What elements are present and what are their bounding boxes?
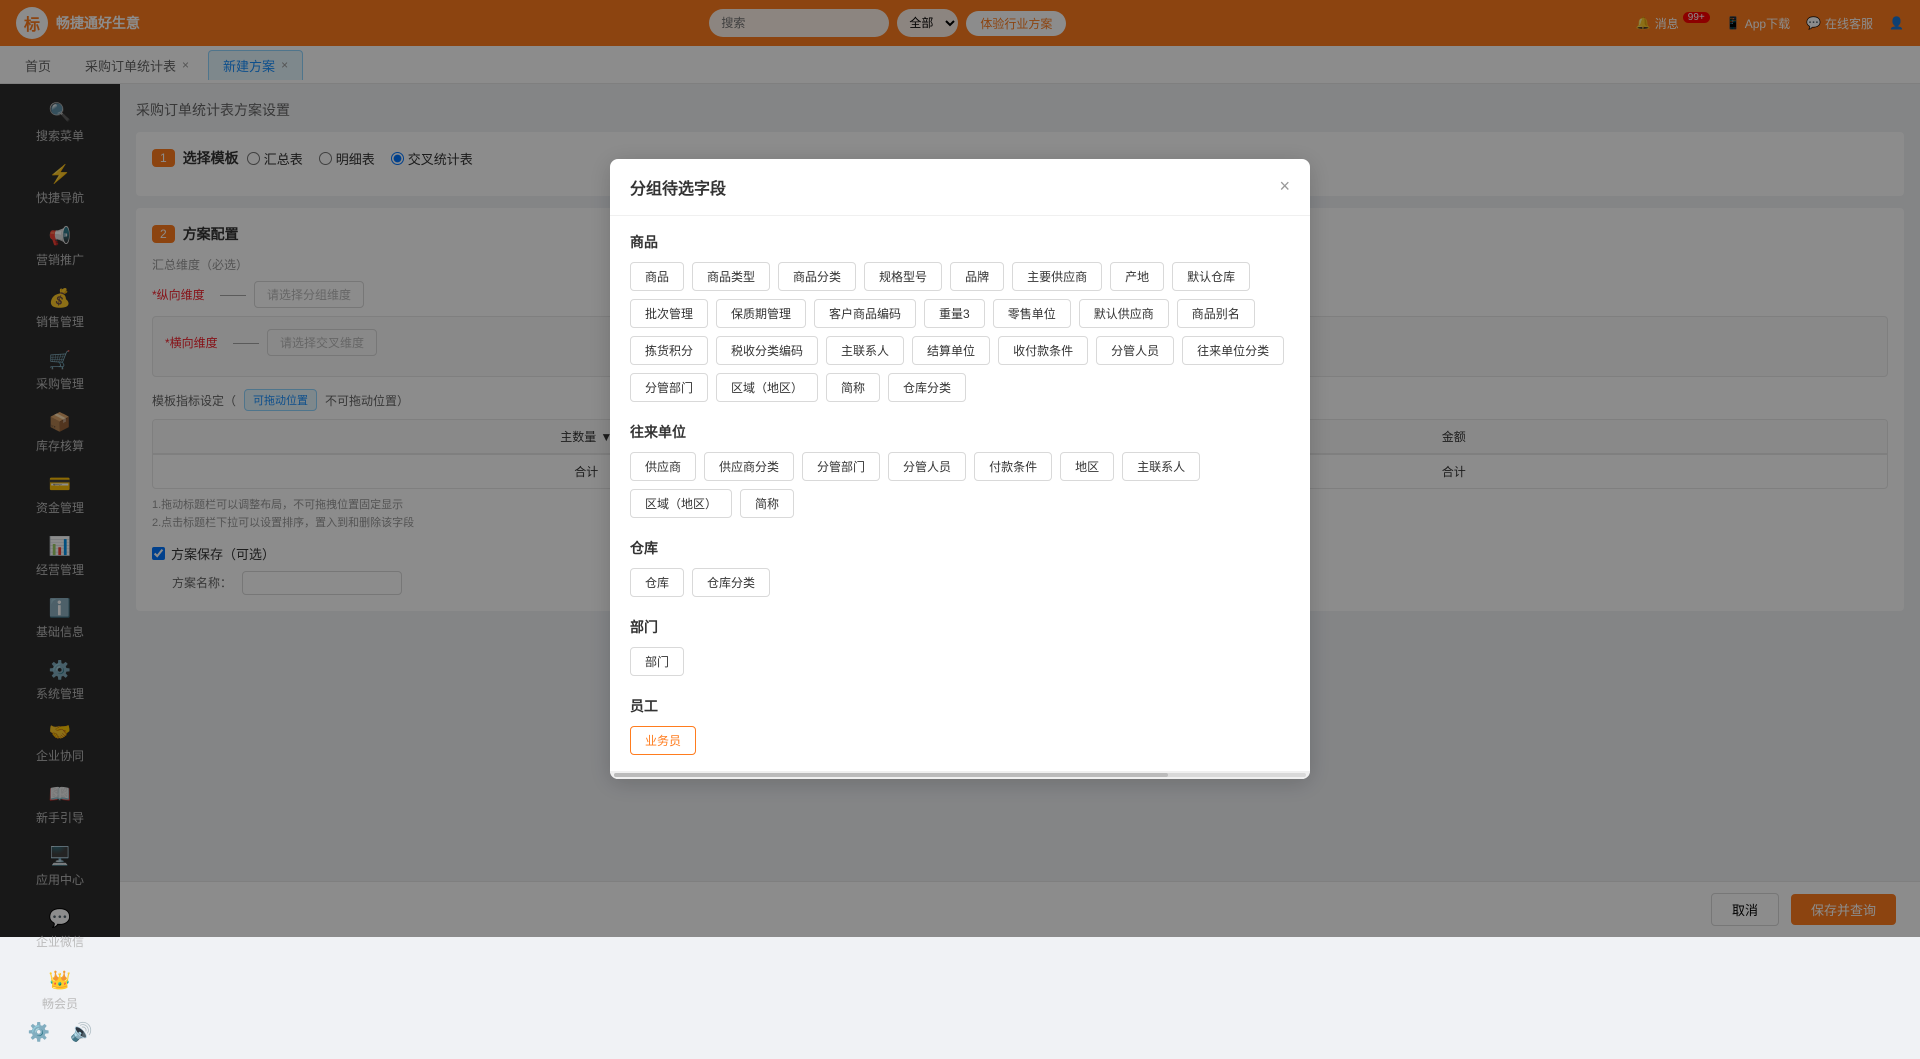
category-staff-tags: 业务员 [630, 726, 1290, 755]
field-pick-score[interactable]: 拣货积分 [630, 336, 708, 365]
field-supplier-category[interactable]: 供应商分类 [704, 452, 794, 481]
field-department[interactable]: 部门 [630, 647, 684, 676]
field-short-name[interactable]: 简称 [826, 373, 880, 402]
field-retail-unit[interactable]: 零售单位 [993, 299, 1071, 328]
category-partner-title: 往来单位 [630, 422, 1290, 442]
field-salesperson[interactable]: 业务员 [630, 726, 696, 755]
category-goods: 商品 商品 商品类型 商品分类 规格型号 品牌 主要供应商 产地 默认仓库 批次… [630, 232, 1290, 402]
field-main-contact-partner[interactable]: 主联系人 [1122, 452, 1200, 481]
category-department-title: 部门 [630, 617, 1290, 637]
field-dept-partner[interactable]: 分管部门 [802, 452, 880, 481]
field-default-warehouse[interactable]: 默认仓库 [1172, 262, 1250, 291]
field-settlement-unit[interactable]: 结算单位 [912, 336, 990, 365]
field-expiry-mgmt[interactable]: 保质期管理 [716, 299, 806, 328]
field-short-name-partner[interactable]: 简称 [740, 489, 794, 518]
sidebar-member-label: 畅会员 [42, 995, 78, 1012]
category-goods-tags: 商品 商品类型 商品分类 规格型号 品牌 主要供应商 产地 默认仓库 批次管理 … [630, 262, 1290, 402]
field-goods-category[interactable]: 商品分类 [778, 262, 856, 291]
field-main-contact[interactable]: 主联系人 [826, 336, 904, 365]
field-supplier[interactable]: 供应商 [630, 452, 696, 481]
modal-body: 商品 商品 商品类型 商品分类 规格型号 品牌 主要供应商 产地 默认仓库 批次… [610, 216, 1310, 771]
field-customer-sku[interactable]: 客户商品编码 [814, 299, 916, 328]
member-icon: 👑 [49, 970, 71, 991]
category-warehouse-title: 仓库 [630, 538, 1290, 558]
category-partner: 往来单位 供应商 供应商分类 分管部门 分管人员 付款条件 地区 主联系人 区域… [630, 422, 1290, 518]
field-dept[interactable]: 分管部门 [630, 373, 708, 402]
category-warehouse: 仓库 仓库 仓库分类 [630, 538, 1290, 597]
field-tax-code[interactable]: 税收分类编码 [716, 336, 818, 365]
field-pay-terms[interactable]: 付款条件 [974, 452, 1052, 481]
field-origin[interactable]: 产地 [1110, 262, 1164, 291]
modal-header: 分组待选字段 × [610, 159, 1310, 216]
field-goods[interactable]: 商品 [630, 262, 684, 291]
settings-bottom-icon[interactable]: ⚙️ [28, 1022, 50, 1043]
modal-title: 分组待选字段 [630, 175, 726, 199]
category-department-tags: 部门 [630, 647, 1290, 676]
field-warehouse-category[interactable]: 仓库分类 [692, 568, 770, 597]
field-manager[interactable]: 分管人员 [1096, 336, 1174, 365]
modal-overlay: 分组待选字段 × 商品 商品 商品类型 商品分类 规格型号 品牌 主要供应商 产… [0, 0, 1920, 937]
field-region-partner[interactable]: 区域（地区） [630, 489, 732, 518]
field-payment-terms[interactable]: 收付款条件 [998, 336, 1088, 365]
field-main-supplier[interactable]: 主要供应商 [1012, 262, 1102, 291]
category-staff: 员工 业务员 [630, 696, 1290, 755]
field-goods-type[interactable]: 商品类型 [692, 262, 770, 291]
modal-dialog: 分组待选字段 × 商品 商品 商品类型 商品分类 规格型号 品牌 主要供应商 产… [610, 159, 1310, 779]
field-batch-mgmt[interactable]: 批次管理 [630, 299, 708, 328]
field-brand[interactable]: 品牌 [950, 262, 1004, 291]
field-default-supplier[interactable]: 默认供应商 [1079, 299, 1169, 328]
field-warehouse[interactable]: 仓库 [630, 568, 684, 597]
sidebar-item-member[interactable]: 👑 畅会员 [0, 960, 120, 1022]
category-staff-title: 员工 [630, 696, 1290, 716]
category-warehouse-tags: 仓库 仓库分类 [630, 568, 1290, 597]
sidebar-bottom: ⚙️ 🔊 [0, 1022, 120, 1059]
field-spec-model[interactable]: 规格型号 [864, 262, 942, 291]
field-warehouse-category-goods[interactable]: 仓库分类 [888, 373, 966, 402]
field-area[interactable]: 地区 [1060, 452, 1114, 481]
category-partner-tags: 供应商 供应商分类 分管部门 分管人员 付款条件 地区 主联系人 区域（地区） … [630, 452, 1290, 518]
category-department: 部门 部门 [630, 617, 1290, 676]
field-partner-category[interactable]: 往来单位分类 [1182, 336, 1284, 365]
category-goods-title: 商品 [630, 232, 1290, 252]
field-manager-partner[interactable]: 分管人员 [888, 452, 966, 481]
field-goods-alias[interactable]: 商品别名 [1177, 299, 1255, 328]
field-weight3[interactable]: 重量3 [924, 299, 985, 328]
field-region-goods[interactable]: 区域（地区） [716, 373, 818, 402]
modal-close-btn[interactable]: × [1279, 176, 1290, 197]
volume-icon[interactable]: 🔊 [70, 1022, 92, 1043]
